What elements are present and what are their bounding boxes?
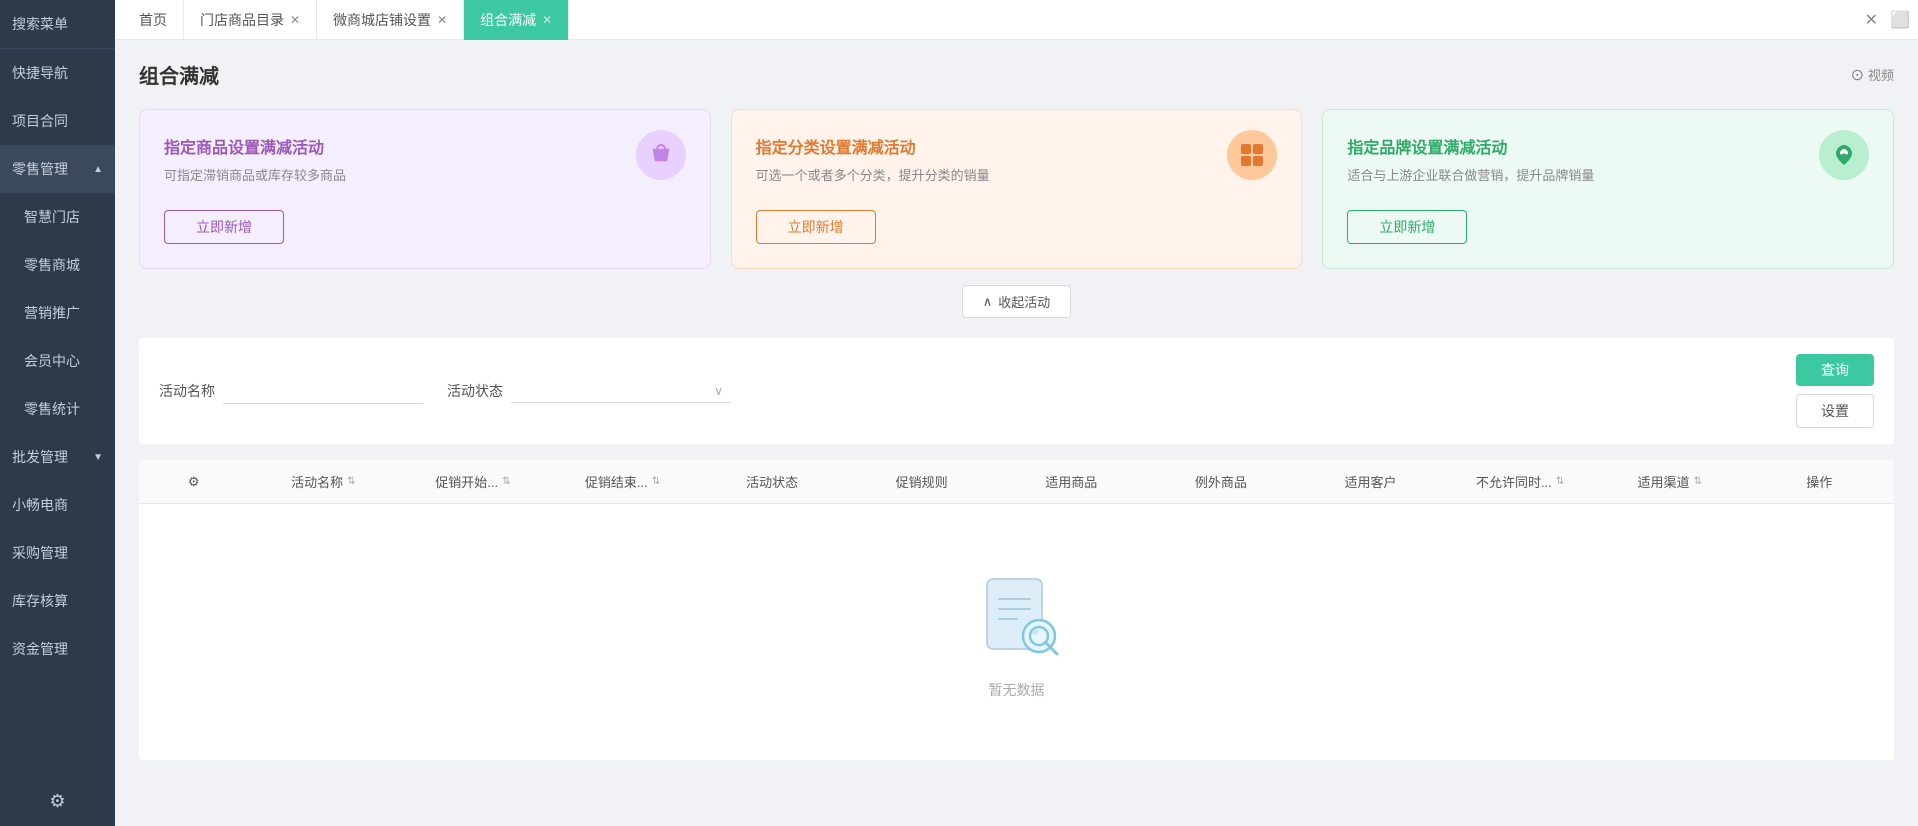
empty-icon <box>967 564 1067 664</box>
table-header: ⚙ 活动名称 ⇅ 促销开始... ⇅ 促销结束... ⇅ 活动状态 <box>139 460 1894 504</box>
promo-card-product-desc: 可指定滞销商品或库存较多商品 <box>164 166 686 186</box>
th-no-overlap[interactable]: 不允许同时... ⇅ <box>1445 472 1595 491</box>
sidebar-item-huiyuan[interactable]: 会员中心 <box>0 337 115 385</box>
th-start[interactable]: 促销开始... ⇅ <box>398 472 548 491</box>
sidebar-search[interactable]: 搜索菜单 <box>0 0 115 49</box>
page-header: 组合满减 ⊙ 视频 <box>139 60 1894 89</box>
sidebar-item-kuaijie[interactable]: 快捷导航 <box>0 49 115 97</box>
collapse-activities-btn[interactable]: ∧ 收起活动 <box>962 285 1072 318</box>
filter-actions: 查询 设置 <box>1796 354 1874 428</box>
sort-icon-end: ⇅ <box>652 476 660 487</box>
th-status: 活动状态 <box>697 472 847 491</box>
promo-card-category-icon <box>1227 130 1277 180</box>
play-circle-icon: ⊙ <box>1851 65 1864 85</box>
promo-card-brand-title: 指定品牌设置满减活动 <box>1347 134 1869 158</box>
settings-icon: ⚙ <box>188 474 200 490</box>
tab-close-wechat[interactable]: ✕ <box>437 13 447 27</box>
chevron-up-icon: ∧ <box>983 294 993 310</box>
promo-card-category-btn[interactable]: 立即新增 <box>756 210 876 244</box>
dropdown-chevron-icon: ∨ <box>714 384 723 398</box>
sidebar-item-xiaochang[interactable]: 小畅电商 <box>0 481 115 529</box>
chevron-down-icon: ▼ <box>93 452 103 463</box>
sidebar: 搜索菜单 快捷导航 项目合同 零售管理 ▲ 智慧门店 零售商城 营销推广 会员中… <box>0 0 115 826</box>
sort-icon-overlap: ⇅ <box>1556 476 1564 487</box>
sidebar-item-lingshoutj[interactable]: 零售统计 <box>0 385 115 433</box>
sidebar-item-pifa[interactable]: 批发管理 ▼ <box>0 433 115 481</box>
sort-icon-channel: ⇅ <box>1693 476 1701 487</box>
collapse-bar: ∧ 收起活动 <box>139 285 1894 318</box>
promo-cards-row: 指定商品设置满减活动 可指定滞销商品或库存较多商品 立即新增 指定分类设置满减活… <box>139 109 1894 269</box>
sort-icon-start: ⇅ <box>502 476 510 487</box>
promo-card-brand-desc: 适合与上游企业联合做营销，提升品牌销量 <box>1347 166 1869 186</box>
sort-icon-name: ⇅ <box>347 476 355 487</box>
filter-name-label: 活动名称 <box>159 381 215 401</box>
close-window-icon[interactable]: ✕ <box>1865 10 1878 30</box>
empty-text: 暂无数据 <box>989 680 1045 700</box>
maximize-window-icon[interactable]: ⬜ <box>1890 10 1910 30</box>
query-button[interactable]: 查询 <box>1796 354 1874 386</box>
window-controls: ✕ ⬜ <box>1865 10 1910 30</box>
sidebar-item-kucun[interactable]: 库存核算 <box>0 577 115 625</box>
sidebar-item-lingshouguan[interactable]: 零售管理 ▲ <box>0 145 115 193</box>
tab-close-product[interactable]: ✕ <box>290 13 300 27</box>
sidebar-item-lingshoucheng[interactable]: 零售商城 <box>0 241 115 289</box>
sidebar-item-caigou[interactable]: 采购管理 <box>0 529 115 577</box>
th-goods: 适用商品 <box>996 472 1146 491</box>
th-action: 操作 <box>1744 472 1894 491</box>
promo-card-product-btn[interactable]: 立即新增 <box>164 210 284 244</box>
promo-card-product: 指定商品设置满减活动 可指定滞销商品或库存较多商品 立即新增 <box>139 109 711 269</box>
promo-card-product-title: 指定商品设置满减活动 <box>164 134 686 158</box>
th-settings[interactable]: ⚙ <box>139 474 249 490</box>
promo-card-brand-icon <box>1819 130 1869 180</box>
promo-card-product-icon <box>636 130 686 180</box>
promo-card-brand-btn[interactable]: 立即新增 <box>1347 210 1467 244</box>
th-channel[interactable]: 适用渠道 ⇅ <box>1595 472 1745 491</box>
promo-card-category-desc: 可选一个或者多个分类，提升分类的销量 <box>756 166 1278 186</box>
th-end[interactable]: 促销结束... ⇅ <box>548 472 698 491</box>
promo-card-brand: 指定品牌设置满减活动 适合与上游企业联合做营销，提升品牌销量 立即新增 <box>1322 109 1894 269</box>
filter-name-input[interactable] <box>223 379 423 404</box>
video-link[interactable]: ⊙ 视频 <box>1851 65 1894 85</box>
sidebar-settings[interactable]: ⚙ <box>0 777 115 826</box>
empty-state: 暂无数据 <box>139 504 1894 760</box>
sidebar-item-yingxiao[interactable]: 营销推广 <box>0 289 115 337</box>
promo-card-category: 指定分类设置满减活动 可选一个或者多个分类，提升分类的销量 立即新增 <box>731 109 1303 269</box>
filter-name: 活动名称 <box>159 379 423 404</box>
th-name[interactable]: 活动名称 ⇅ <box>249 472 399 491</box>
promo-card-category-title: 指定分类设置满减活动 <box>756 134 1278 158</box>
th-rule: 促销规则 <box>847 472 997 491</box>
page-title: 组合满减 <box>139 60 219 89</box>
filter-status-label: 活动状态 <box>447 381 503 401</box>
chevron-up-icon: ▲ <box>93 164 103 175</box>
tab-wechat-shop[interactable]: 微商城店铺设置 ✕ <box>317 0 464 40</box>
main-area: 首页 门店商品目录 ✕ 微商城店铺设置 ✕ 组合满减 ✕ ✕ ⬜ 组合满减 ⊙ … <box>115 0 1918 826</box>
data-table: ⚙ 活动名称 ⇅ 促销开始... ⇅ 促销结束... ⇅ 活动状态 <box>139 460 1894 760</box>
tab-product-catalog[interactable]: 门店商品目录 ✕ <box>184 0 317 40</box>
gear-icon: ⚙ <box>49 791 65 812</box>
filter-status-select[interactable]: ∨ <box>511 380 731 403</box>
content-area: 组合满减 ⊙ 视频 指定商品设置满减活动 可指定滞销商品或库存较多商品 <box>115 40 1918 826</box>
th-except: 例外商品 <box>1146 472 1296 491</box>
setting-button[interactable]: 设置 <box>1796 394 1874 428</box>
sidebar-item-zhihuimendian[interactable]: 智慧门店 <box>0 193 115 241</box>
filter-status: 活动状态 ∨ <box>447 380 731 403</box>
tab-home[interactable]: 首页 <box>123 0 184 40</box>
tab-close-combo[interactable]: ✕ <box>542 13 552 27</box>
sidebar-item-xiangmu[interactable]: 项目合同 <box>0 97 115 145</box>
filter-row: 活动名称 活动状态 ∨ 查询 设置 <box>139 338 1894 444</box>
sidebar-item-zijin[interactable]: 资金管理 <box>0 625 115 673</box>
tab-bar: 首页 门店商品目录 ✕ 微商城店铺设置 ✕ 组合满减 ✕ ✕ ⬜ <box>115 0 1918 40</box>
th-customer: 适用客户 <box>1296 472 1446 491</box>
tab-combo-discount[interactable]: 组合满减 ✕ <box>464 0 569 40</box>
